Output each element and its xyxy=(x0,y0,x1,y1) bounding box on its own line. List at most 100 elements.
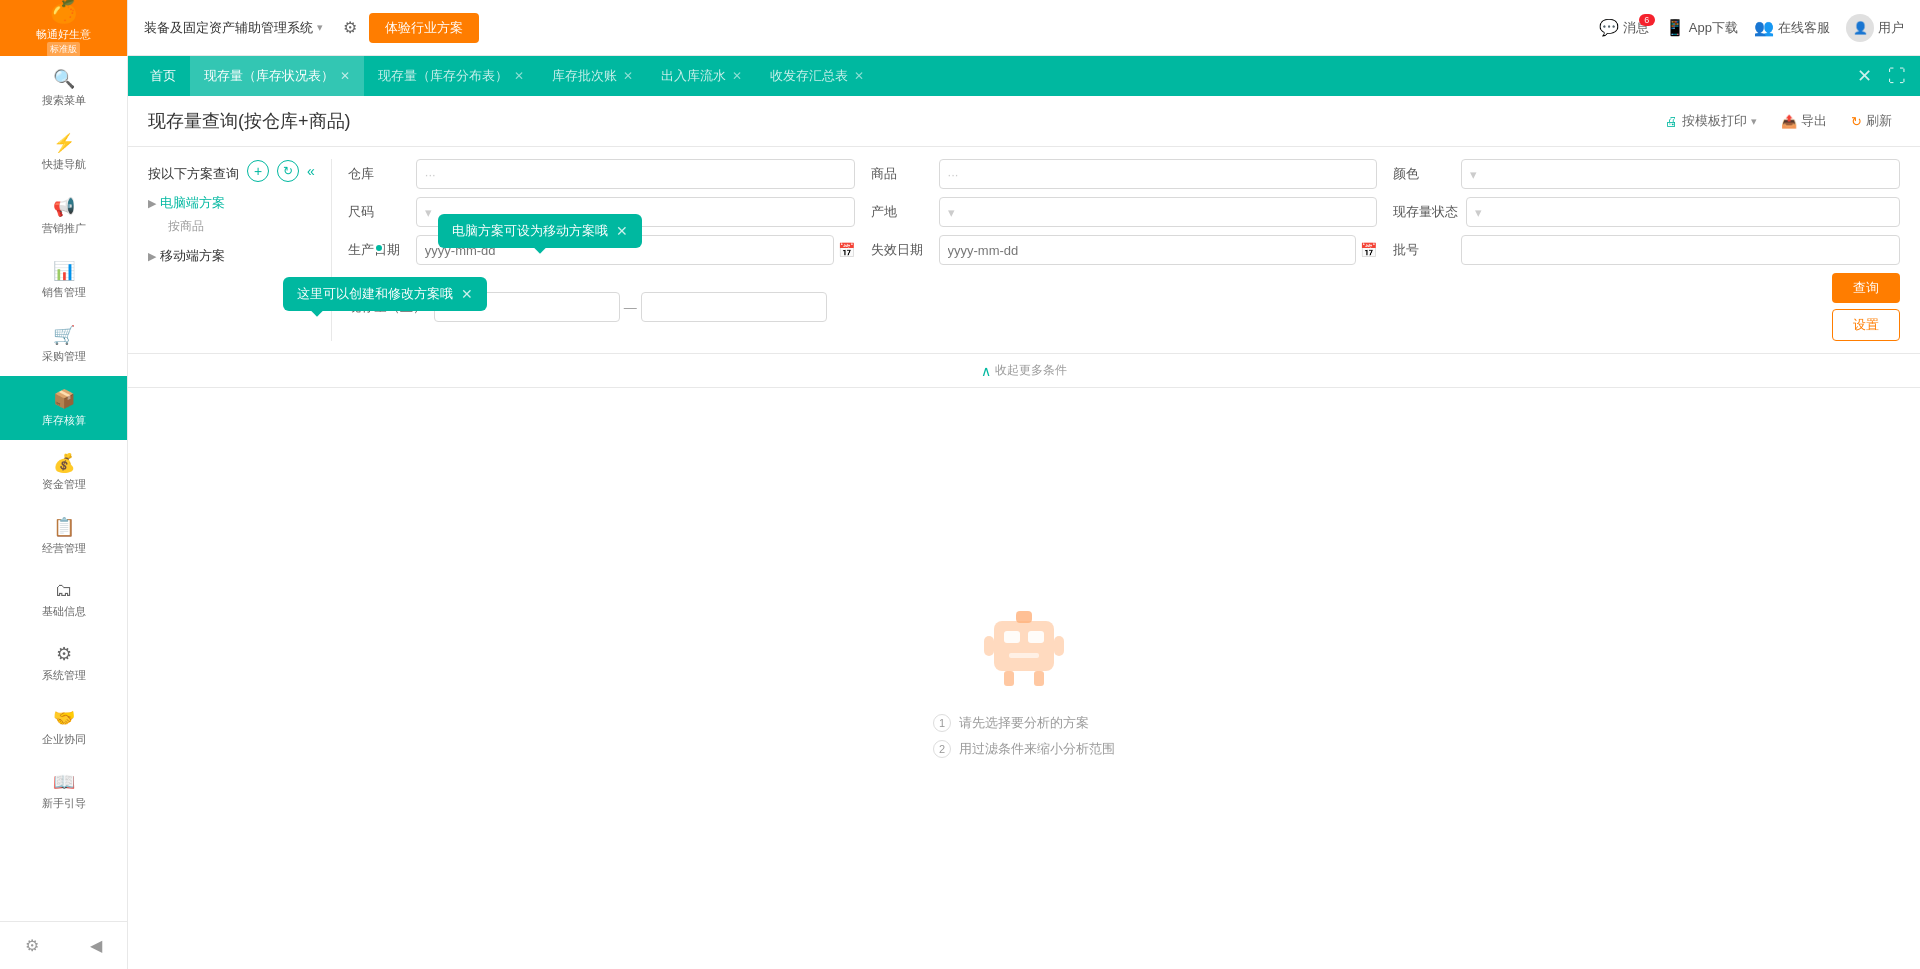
prev-scheme-btn[interactable]: « xyxy=(307,163,315,179)
search-button[interactable]: 查询 xyxy=(1832,273,1900,303)
topbar-gear-icon[interactable]: ⚙ xyxy=(343,18,357,37)
batch-no-input[interactable] xyxy=(1461,235,1900,265)
stock-qty-range: — xyxy=(434,292,827,322)
empty-state: 1 请先选择要分析的方案 2 用过滤条件来缩小分析范围 xyxy=(128,388,1920,969)
sidebar-item-enterprise[interactable]: 🤝 企业协同 xyxy=(0,695,127,759)
empty-step-2: 2 用过滤条件来缩小分析范围 xyxy=(933,740,1115,758)
collapse-button[interactable]: ∧ 收起更多条件 xyxy=(981,362,1067,379)
empty-steps: 1 请先选择要分析的方案 2 用过滤条件来缩小分析范围 xyxy=(933,714,1115,766)
sidebar-item-search[interactable]: 🔍 搜索菜单 xyxy=(0,56,127,120)
gear-icon: ⚙ xyxy=(56,643,72,665)
sidebar-item-operation[interactable]: 📋 经营管理 xyxy=(0,504,127,568)
calendar-icon-expire[interactable]: 📅 xyxy=(1360,242,1377,258)
stock-status-select[interactable]: ▾ xyxy=(1466,197,1900,227)
expire-date-label: 失效日期 xyxy=(871,241,931,259)
tab-inventory-dist[interactable]: 现存量（库存分布表） ✕ xyxy=(364,56,538,96)
tab-home[interactable]: 首页 xyxy=(136,56,190,96)
collapse-row[interactable]: ∧ 收起更多条件 xyxy=(128,354,1920,388)
tooltip-edit-close[interactable]: ✕ xyxy=(461,286,473,302)
scheme-node-mobile[interactable]: ▶ 移动端方案 xyxy=(148,244,315,268)
expire-date-input[interactable] xyxy=(939,235,1357,265)
cart-icon: 🛒 xyxy=(53,324,75,346)
tab-close-batch[interactable]: ✕ xyxy=(623,69,633,83)
refresh-btn[interactable]: ↻ 刷新 xyxy=(1843,108,1900,134)
tab-batch[interactable]: 库存批次账 ✕ xyxy=(538,56,647,96)
stock-status-chevron-icon: ▾ xyxy=(1475,205,1482,220)
print-label: 按模板打印 xyxy=(1682,112,1747,130)
size-chevron-icon: ▾ xyxy=(425,205,432,220)
sidebar-item-finance[interactable]: 💰 资金管理 xyxy=(0,440,127,504)
tab-close-collect[interactable]: ✕ xyxy=(854,69,864,83)
sidebar-item-guide[interactable]: 📖 新手引导 xyxy=(0,759,127,823)
print-btn[interactable]: 🖨 按模板打印 ▾ xyxy=(1657,108,1765,134)
sidebar-item-marketing[interactable]: 📢 营销推广 xyxy=(0,184,127,248)
warehouse-select[interactable]: ··· xyxy=(416,159,855,189)
sidebar-item-inventory[interactable]: 📦 库存核算 xyxy=(0,376,127,440)
sidebar-nav: 🔍 搜索菜单 ⚡ 快捷导航 📢 营销推广 📊 销售管理 🛒 采购管理 📦 库存核… xyxy=(0,56,127,921)
stock-status-field: 现存量状态 ▾ xyxy=(1393,197,1900,227)
tab-inventory-status[interactable]: 现存量（库存状况表） ✕ xyxy=(190,56,364,96)
support-label: 在线客服 xyxy=(1778,19,1830,37)
handshake-icon: 🤝 xyxy=(53,707,75,729)
batch-no-field: 批号 xyxy=(1393,235,1900,265)
money-icon: 💰 xyxy=(53,452,75,474)
app-download-action[interactable]: 📱 App下载 xyxy=(1665,18,1738,37)
sidebar-footer: ⚙ ◀ xyxy=(0,921,127,969)
goods-scheme-label: 按商品 xyxy=(168,218,204,235)
sidebar-label-operation: 经营管理 xyxy=(42,541,86,556)
export-btn[interactable]: 📤 导出 xyxy=(1773,108,1835,134)
collapse-sidebar-btn[interactable]: ◀ xyxy=(82,932,110,959)
add-scheme-btn[interactable]: + xyxy=(247,160,269,182)
color-select[interactable]: ▾ xyxy=(1461,159,1900,189)
empty-illustration xyxy=(974,591,1074,694)
scheme-tree: ▶ 电脑端方案 按商品 ▶ 移动端方案 xyxy=(148,191,315,268)
refresh-scheme-btn[interactable]: ↻ xyxy=(277,160,299,182)
tab-inout[interactable]: 出入库流水 ✕ xyxy=(647,56,756,96)
page-title: 现存量查询(按仓库+商品) xyxy=(148,109,351,133)
filter-area: 按以下方案查询 + ↻ « ▶ 电脑端方案 xyxy=(128,147,1920,354)
user-label: 用户 xyxy=(1878,19,1904,37)
sidebar-label-enterprise: 企业协同 xyxy=(42,732,86,747)
tab-close-all-btn[interactable]: ✕ xyxy=(1851,61,1878,91)
svg-rect-4 xyxy=(1016,611,1032,623)
support-action[interactable]: 👥 在线客服 xyxy=(1754,18,1830,37)
reset-button[interactable]: 设置 xyxy=(1832,309,1900,341)
tooltip-pc-close[interactable]: ✕ xyxy=(616,223,628,239)
origin-label: 产地 xyxy=(871,203,931,221)
sidebar-item-quick[interactable]: ⚡ 快捷导航 xyxy=(0,120,127,184)
stock-qty-max-input[interactable] xyxy=(641,292,827,322)
tabbar-actions: ✕ ⛶ xyxy=(1851,61,1912,91)
tab-close-inout[interactable]: ✕ xyxy=(732,69,742,83)
scheme-node-goods[interactable]: 按商品 xyxy=(168,215,315,238)
page-actions: 🖨 按模板打印 ▾ 📤 导出 ↻ 刷新 xyxy=(1657,108,1900,134)
calendar-icon-produce[interactable]: 📅 xyxy=(838,242,855,258)
tab-expand-btn[interactable]: ⛶ xyxy=(1882,62,1912,91)
expire-date-field: 失效日期 📅 xyxy=(871,235,1378,265)
sidebar-label-guide: 新手引导 xyxy=(42,796,86,811)
svg-rect-7 xyxy=(1004,671,1014,686)
scheme-node-pc[interactable]: ▶ 电脑端方案 xyxy=(148,191,315,215)
tab-close-inventory-dist[interactable]: ✕ xyxy=(514,69,524,83)
step-label-2: 用过滤条件来缩小分析范围 xyxy=(959,740,1115,758)
tab-close-inventory-status[interactable]: ✕ xyxy=(340,69,350,83)
app-title-select[interactable]: 装备及固定资产辅助管理系统 ▾ xyxy=(144,19,323,37)
sidebar-item-basic[interactable]: 🗂 基础信息 xyxy=(0,568,127,631)
origin-select[interactable]: ▾ xyxy=(939,197,1378,227)
sidebar-item-purchase[interactable]: 🛒 采购管理 xyxy=(0,312,127,376)
goods-select[interactable]: ··· xyxy=(939,159,1378,189)
connector-dot-1 xyxy=(374,243,384,253)
svg-rect-5 xyxy=(984,636,994,656)
warehouse-label: 仓库 xyxy=(348,165,408,183)
content-inner: 现存量查询(按仓库+商品) 🖨 按模板打印 ▾ 📤 导出 ↻ 刷新 xyxy=(128,96,1920,969)
tooltip-edit-scheme: 这里可以创建和修改方案哦 ✕ xyxy=(283,277,487,311)
goods-label: 商品 xyxy=(871,165,931,183)
tab-collect[interactable]: 收发存汇总表 ✕ xyxy=(756,56,878,96)
user-action[interactable]: 👤 用户 xyxy=(1846,14,1904,42)
sidebar-item-system[interactable]: ⚙ 系统管理 xyxy=(0,631,127,695)
message-action[interactable]: 💬 消息 6 xyxy=(1599,18,1649,37)
origin-chevron-icon: ▾ xyxy=(948,205,955,220)
logo-icon: 🍊 xyxy=(50,0,77,25)
plan-button[interactable]: 体验行业方案 xyxy=(369,13,479,43)
settings-footer-btn[interactable]: ⚙ xyxy=(17,932,47,959)
sidebar-item-sales[interactable]: 📊 销售管理 xyxy=(0,248,127,312)
